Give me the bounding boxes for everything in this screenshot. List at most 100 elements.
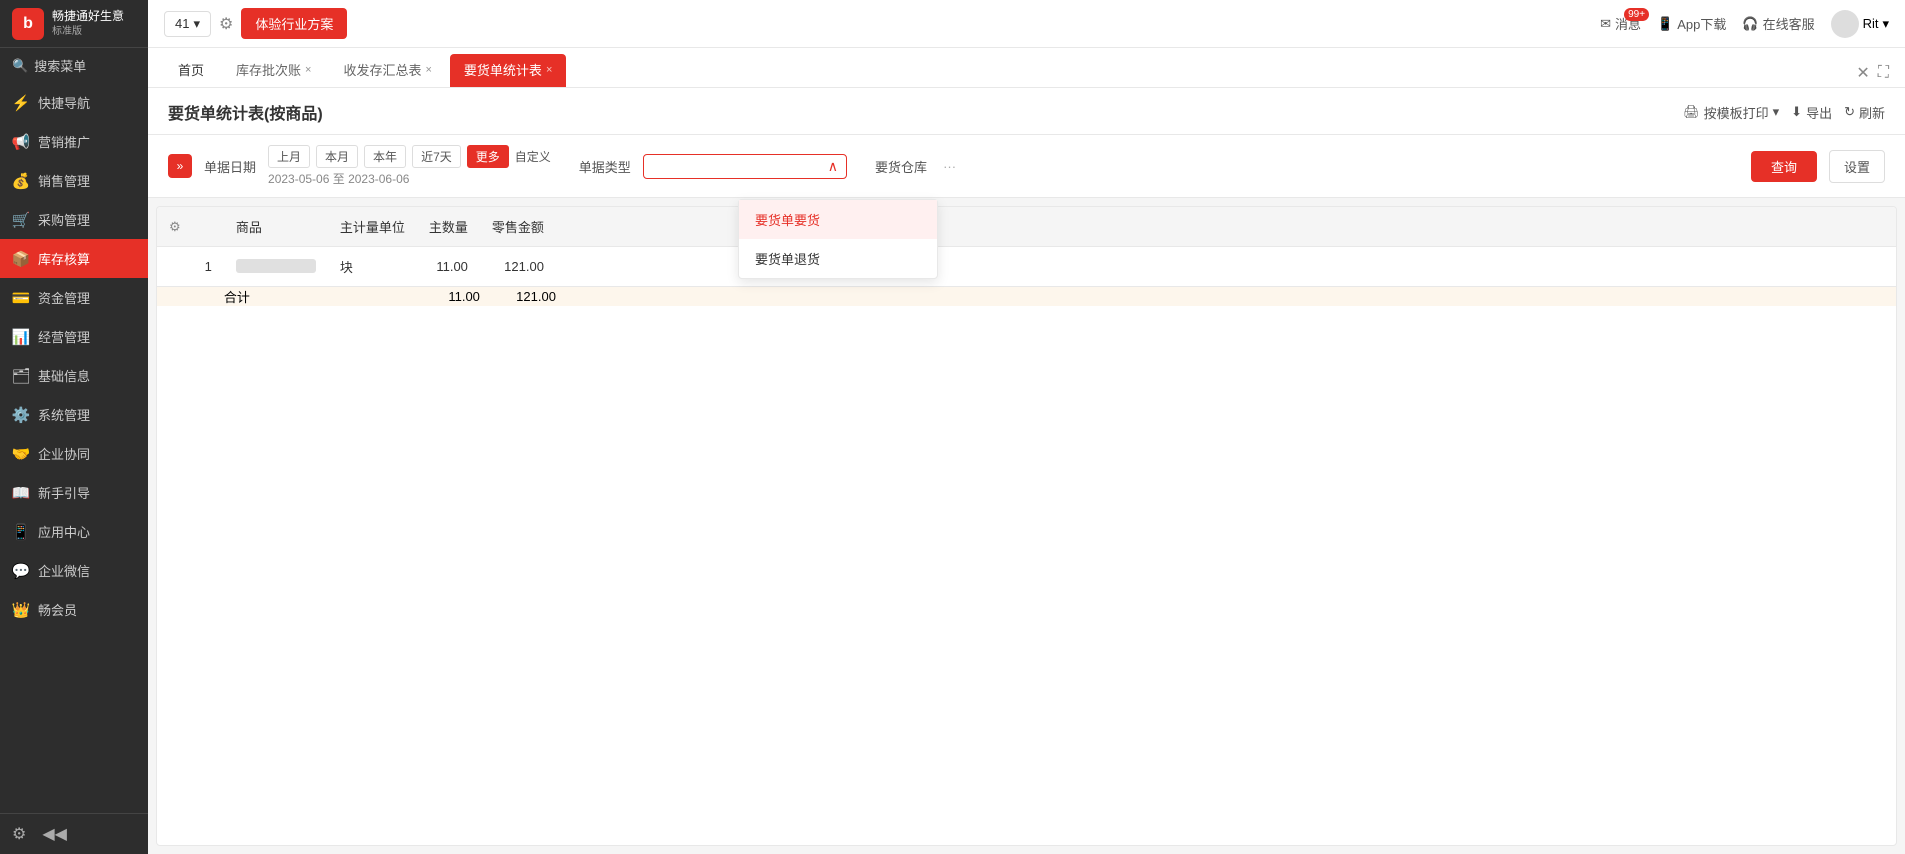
tab-order-stats-label: 要货单统计表 — [464, 60, 542, 79]
warehouse-filter-label: 要货仓库 — [875, 157, 927, 176]
row-product — [224, 247, 328, 287]
page-header: 要货单统计表(按商品) 🖨 按模板打印 ▾ ⬇ 导出 ↻ 刷新 — [148, 88, 1905, 135]
settings-footer-icon[interactable]: ⚙ — [12, 824, 26, 844]
sidebar-item-label: 营销推广 — [38, 132, 90, 151]
sidebar-item-system[interactable]: ⚙️ 系统管理 — [0, 395, 148, 434]
sidebar-item-label: 系统管理 — [38, 405, 90, 424]
enterprise-icon: 🤝 — [12, 445, 30, 463]
export-btn[interactable]: ⬇ 导出 — [1791, 103, 1832, 122]
sidebar-item-basics[interactable]: 🗂 基础信息 — [0, 356, 148, 395]
tab-inventory-batch-close[interactable]: × — [305, 64, 311, 76]
dropdown-item-order-request[interactable]: 要货单要货 — [739, 200, 937, 239]
sidebar-item-label: 企业微信 — [38, 561, 90, 580]
date-btn-more[interactable]: 更多 — [467, 145, 509, 168]
data-table-area: ⚙ 商品 主计量单位 主数量 零售金额 1 — [156, 206, 1897, 846]
row-product-value — [236, 259, 316, 273]
customer-service-label: 在线客服 — [1763, 14, 1815, 33]
sidebar-item-label: 企业协同 — [38, 444, 90, 463]
summary-row: 合计 11.00 121.00 — [157, 287, 1896, 307]
sidebar-item-enterprise[interactable]: 🤝 企业协同 — [0, 434, 148, 473]
summary-unit — [328, 287, 417, 307]
summary-seq — [193, 287, 224, 307]
messages-btn[interactable]: ✉ 消息 99+ — [1600, 14, 1641, 33]
chevron-down-icon: ▾ — [193, 16, 200, 32]
sidebar-item-sales[interactable]: 💰 销售管理 — [0, 161, 148, 200]
quick-nav-icon: ⚡ — [12, 94, 30, 112]
basics-icon: 🗂 — [12, 367, 30, 385]
sidebar-item-label: 快捷导航 — [38, 93, 90, 112]
row-quantity: 11.00 — [417, 247, 480, 287]
tab-order-stats[interactable]: 要货单统计表 × — [450, 54, 566, 87]
sidebar-header: b 畅捷通好生意 标准版 — [0, 0, 148, 48]
settings-btn[interactable]: 设置 — [1829, 150, 1885, 183]
fullscreen-btn[interactable]: ⛶ — [1878, 64, 1889, 82]
warehouse-filter-dots[interactable]: ··· — [943, 159, 956, 174]
tab-order-stats-close[interactable]: × — [546, 64, 552, 76]
sidebar-footer: ⚙ ◀◀ — [0, 813, 148, 854]
tab-receivables-label: 收发存汇总表 — [343, 60, 421, 79]
sidebar-item-inventory[interactable]: 📦 库存核算 — [0, 239, 148, 278]
sidebar-item-purchase[interactable]: 🛒 采购管理 — [0, 200, 148, 239]
table-row: 1 块 11.00 121.00 — [157, 247, 1896, 287]
tab-inventory-batch-label: 库存批次账 — [236, 60, 301, 79]
sales-icon: 💰 — [12, 172, 30, 190]
sidebar-item-marketing[interactable]: 📢 营销推广 — [0, 122, 148, 161]
date-btn-last-month[interactable]: 上月 — [268, 145, 310, 168]
print-btn[interactable]: 🖨 按模板打印 ▾ — [1683, 103, 1779, 122]
type-filter-chevron-icon[interactable]: ∧ — [828, 158, 838, 175]
tab-receivables-close[interactable]: × — [425, 64, 431, 76]
query-btn[interactable]: 查询 — [1751, 151, 1817, 182]
row-seq: 1 — [193, 247, 224, 287]
summary-gear — [157, 287, 193, 307]
sidebar-item-appstore[interactable]: 📱 应用中心 — [0, 512, 148, 551]
tab-receivables[interactable]: 收发存汇总表 × — [329, 54, 445, 87]
tab-home[interactable]: 首页 — [164, 54, 218, 87]
sidebar-item-operations[interactable]: 📊 经营管理 — [0, 317, 148, 356]
page-title-row: 要货单统计表(按商品) 🖨 按模板打印 ▾ ⬇ 导出 ↻ 刷新 — [168, 100, 1885, 124]
sidebar-item-label: 销售管理 — [38, 171, 90, 190]
main-area: 41 ▾ ⚙ 体验行业方案 ✉ 消息 99+ 📱 App下载 🎧 在线客服 R — [148, 0, 1905, 854]
inventory-icon: 📦 — [12, 250, 30, 268]
app-download-btn[interactable]: 📱 App下载 — [1657, 14, 1726, 33]
sidebar-item-label: 应用中心 — [38, 522, 90, 541]
row-unit: 块 — [328, 247, 417, 287]
sidebar-item-quick-nav[interactable]: ⚡ 快捷导航 — [0, 83, 148, 122]
topbar: 41 ▾ ⚙ 体验行业方案 ✉ 消息 99+ 📱 App下载 🎧 在线客服 R — [148, 0, 1905, 48]
tabs-bar: 首页 库存批次账 × 收发存汇总表 × 要货单统计表 × ✕ ⛶ — [148, 48, 1905, 88]
col-gear[interactable]: ⚙ — [157, 207, 193, 247]
sidebar-item-wechat[interactable]: 💬 企业微信 — [0, 551, 148, 590]
print-icon: 🖨 — [1683, 104, 1700, 120]
date-btn-this-year[interactable]: 本年 — [364, 145, 406, 168]
sidebar-item-guide[interactable]: 📖 新手引导 — [0, 473, 148, 512]
print-chevron-icon: ▾ — [1773, 104, 1780, 120]
sidebar-item-member[interactable]: 👑 畅会员 — [0, 590, 148, 629]
refresh-btn[interactable]: ↻ 刷新 — [1844, 103, 1885, 122]
type-filter-input-wrapper[interactable]: ∧ — [643, 154, 847, 179]
topbar-left: 41 ▾ ⚙ 体验行业方案 — [164, 8, 1588, 39]
close-tabs-btn[interactable]: ✕ — [1856, 63, 1869, 83]
sidebar: b 畅捷通好生意 标准版 🔍 搜索菜单 ⚡ 快捷导航 📢 营销推广 💰 销售管理… — [0, 0, 148, 854]
date-custom-btn[interactable]: 自定义 — [515, 148, 551, 165]
sidebar-search[interactable]: 🔍 搜索菜单 — [0, 48, 148, 83]
filter-toggle-btn[interactable]: » — [168, 154, 192, 178]
date-btn-this-month[interactable]: 本月 — [316, 145, 358, 168]
store-dropdown[interactable]: 41 ▾ — [164, 11, 211, 37]
avatar — [1831, 10, 1859, 38]
summary-label: 合计 — [224, 287, 328, 307]
customer-service-btn[interactable]: 🎧 在线客服 — [1742, 14, 1814, 33]
tab-inventory-batch[interactable]: 库存批次账 × — [222, 54, 325, 87]
row-gear — [157, 247, 193, 287]
collapse-sidebar-icon[interactable]: ◀◀ — [42, 824, 67, 844]
type-filter-label: 单据类型 — [579, 157, 631, 176]
date-btn-last-7days[interactable]: 近7天 — [412, 145, 461, 168]
col-quantity: 主数量 — [417, 207, 480, 247]
sidebar-item-label: 新手引导 — [38, 483, 90, 502]
user-info[interactable]: Rit ▾ — [1831, 10, 1889, 38]
dropdown-item-order-return[interactable]: 要货单退货 — [739, 239, 937, 278]
industry-btn[interactable]: 体验行业方案 — [241, 8, 347, 39]
topbar-gear-icon[interactable]: ⚙ — [219, 14, 233, 34]
sidebar-item-finance[interactable]: 💳 资金管理 — [0, 278, 148, 317]
col-product: 商品 — [224, 207, 328, 247]
app-title: 畅捷通好生意 标准版 — [52, 9, 124, 38]
type-filter-input[interactable] — [652, 159, 828, 174]
